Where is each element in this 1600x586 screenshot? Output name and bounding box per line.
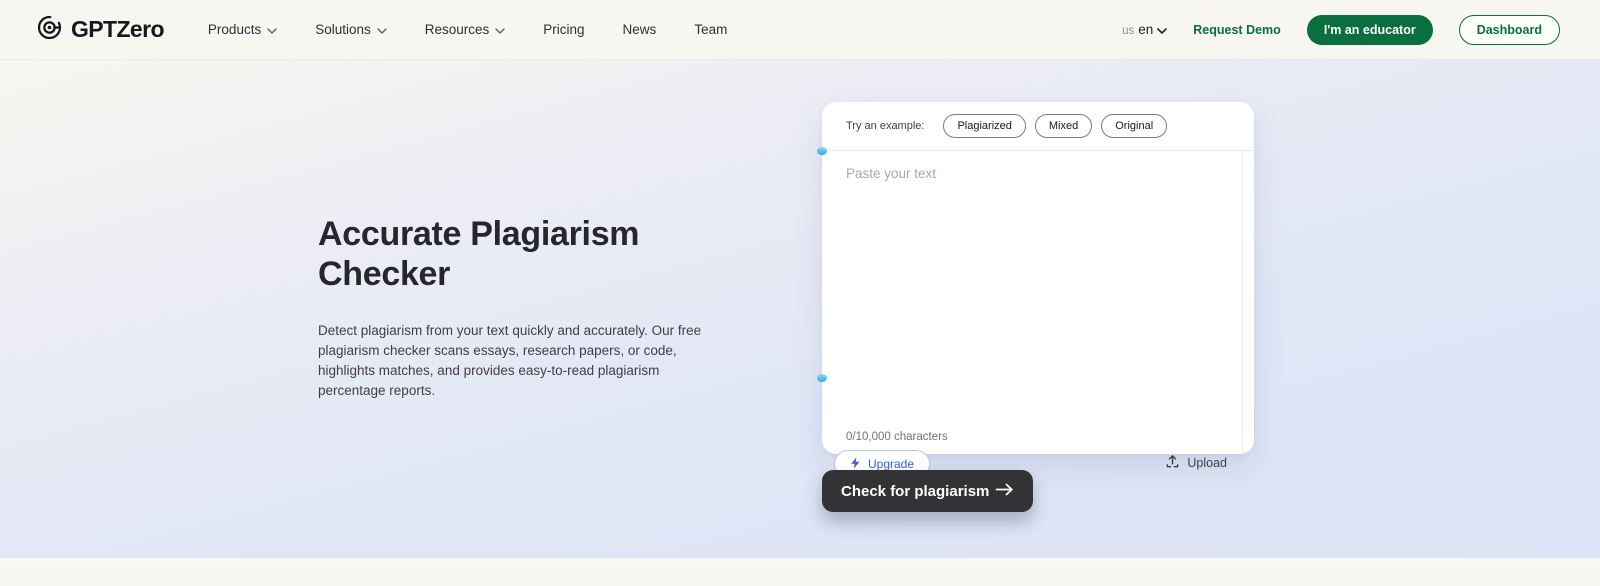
- nav-item-resources[interactable]: Resources: [425, 22, 506, 37]
- example-pill-mixed[interactable]: Mixed: [1034, 114, 1093, 138]
- nav-item-solutions[interactable]: Solutions: [315, 22, 387, 37]
- text-entry-area: 0/10,000 characters Upgrade Upload: [822, 151, 1254, 478]
- nav-label: News: [622, 22, 657, 37]
- gptzero-logo[interactable]: GPTZero: [36, 14, 165, 46]
- page-title-line-1: Accurate Plagiarism: [318, 215, 640, 253]
- upgrade-label: Upgrade: [868, 457, 915, 471]
- top-navigation-bar: GPTZero Products Solutions Resources Pri…: [0, 0, 1600, 60]
- page-title: Accurate Plagiarism Checker: [318, 214, 640, 294]
- example-pill-original[interactable]: Original: [1101, 114, 1168, 138]
- chevron-down-icon: [1157, 21, 1168, 39]
- nav-item-team[interactable]: Team: [694, 22, 727, 37]
- text-selection-handle-bottom[interactable]: [817, 374, 827, 382]
- example-pill-plagiarized[interactable]: Plagiarized: [943, 114, 1026, 138]
- nav-label: Pricing: [543, 22, 585, 37]
- hero-section: [0, 60, 1600, 572]
- request-demo-link[interactable]: Request Demo: [1193, 23, 1281, 37]
- language-selector[interactable]: us en: [1122, 21, 1168, 39]
- example-pills: Plagiarized Mixed Original: [943, 114, 1168, 138]
- upload-button[interactable]: Upload: [1165, 454, 1227, 472]
- locale-region: us: [1122, 24, 1135, 37]
- example-selector-row: Try an example: Plagiarized Mixed Origin…: [822, 102, 1254, 151]
- try-example-label: Try an example:: [846, 120, 925, 132]
- page-title-line-2: Checker: [318, 255, 451, 293]
- brand-name: GPTZero: [71, 16, 165, 42]
- gptzero-logo-icon: [36, 14, 63, 46]
- chevron-down-icon: [267, 22, 277, 37]
- page-description: Detect plagiarism from your text quickly…: [318, 323, 702, 398]
- educator-button[interactable]: I'm an educator: [1306, 14, 1433, 45]
- nav-label: Products: [207, 22, 262, 37]
- upload-icon: [1165, 454, 1180, 472]
- nav-label: Team: [694, 22, 728, 37]
- chevron-down-icon: [377, 22, 387, 37]
- nav-label: Solutions: [315, 22, 371, 37]
- check-plagiarism-label: Check for plagiarism: [841, 482, 990, 500]
- locale-language: en: [1138, 21, 1154, 37]
- nav-item-products[interactable]: Products: [208, 22, 277, 37]
- upload-label: Upload: [1187, 456, 1227, 470]
- scroll-gutter-divider: [1242, 151, 1243, 453]
- next-section-edge: [0, 558, 1600, 572]
- nav-item-pricing[interactable]: Pricing: [543, 22, 584, 37]
- header-actions: us en Request Demo I'm an educator Dashb…: [1122, 14, 1560, 45]
- character-count: 0/10,000 characters: [846, 431, 948, 443]
- text-input[interactable]: [822, 151, 1242, 366]
- chevron-down-icon: [495, 22, 505, 37]
- check-plagiarism-button[interactable]: Check for plagiarism: [822, 470, 1033, 512]
- main-nav: Products Solutions Resources Pricing New…: [208, 22, 727, 37]
- plagiarism-checker-card: Try an example: Plagiarized Mixed Origin…: [817, 102, 1254, 478]
- nav-item-news[interactable]: News: [623, 22, 657, 37]
- text-selection-handle-top[interactable]: [817, 147, 827, 155]
- nav-label: Resources: [424, 22, 490, 37]
- arrow-right-icon: [995, 483, 1014, 499]
- gptzero-landing-page: GPTZero Products Solutions Resources Pri…: [0, 0, 1600, 586]
- dashboard-button[interactable]: Dashboard: [1458, 14, 1560, 45]
